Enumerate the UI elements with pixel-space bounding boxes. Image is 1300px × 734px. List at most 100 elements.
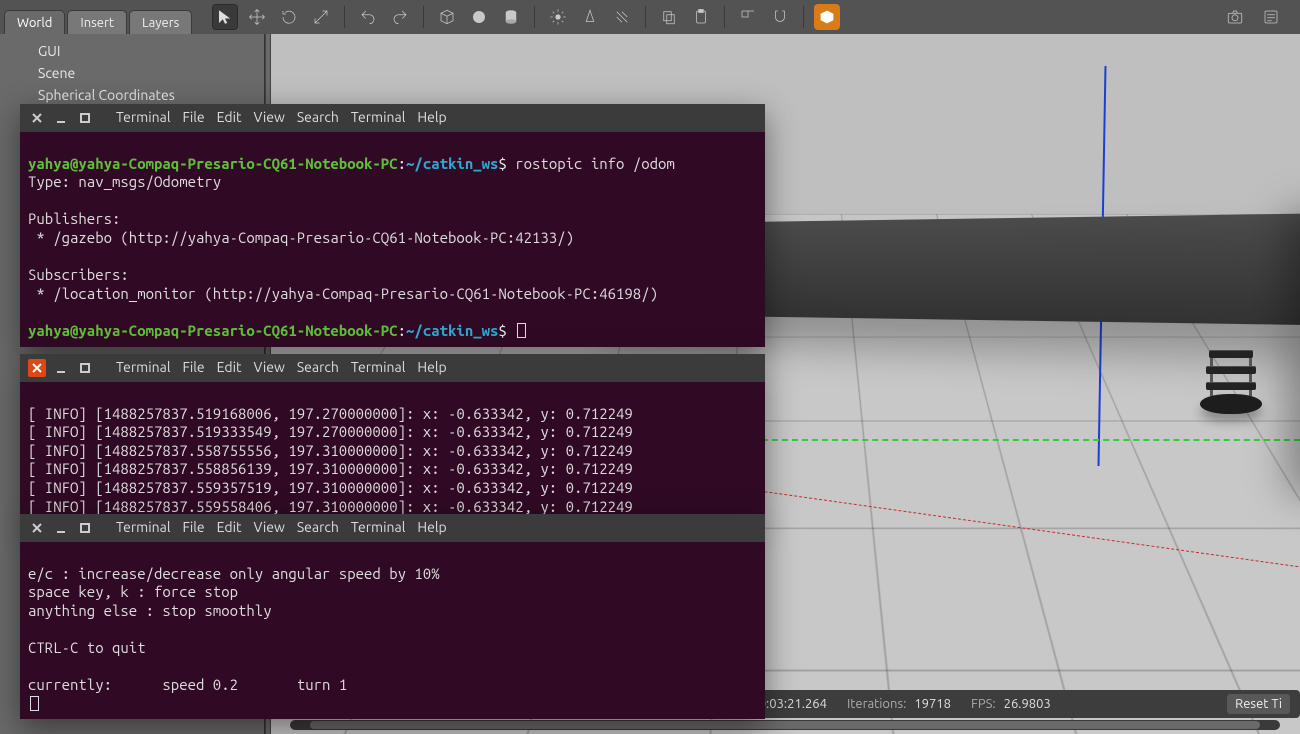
screenshot-button[interactable] — [1222, 4, 1248, 30]
output-line: currently: speed 0.2 turn 1 — [28, 676, 347, 693]
close-icon[interactable] — [28, 359, 46, 377]
gazebo-top-strip: World Insert Layers — [0, 0, 1300, 34]
prompt-path: ~/catkin_ws — [406, 322, 498, 339]
terminal-titlebar[interactable]: Terminal File Edit View Search Terminal … — [20, 104, 765, 132]
menu-search[interactable]: Search — [297, 359, 339, 376]
gazebo-toolbar — [206, 0, 1300, 34]
output-line: * /gazebo (http://yahya-Compaq-Presario-… — [28, 229, 574, 246]
insert-spot-light[interactable] — [577, 4, 603, 30]
menu-edit[interactable]: Edit — [217, 109, 242, 126]
menu-view[interactable]: View — [254, 109, 285, 126]
output-line: [ INFO] [1488257837.558755556, 197.31000… — [28, 442, 633, 459]
menu-help[interactable]: Help — [417, 359, 446, 376]
minimize-icon[interactable] — [52, 519, 70, 537]
insert-directional-light[interactable] — [609, 4, 635, 30]
terminal-titlebar[interactable]: Terminal File Edit View Search Terminal … — [20, 514, 765, 542]
menu-edit[interactable]: Edit — [217, 519, 242, 536]
output-line: [ INFO] [1488257837.519333549, 197.27000… — [28, 423, 633, 440]
menu-file[interactable]: File — [183, 519, 205, 536]
view-angle-tool[interactable] — [814, 4, 840, 30]
log-button[interactable] — [1258, 4, 1284, 30]
terminal-menu: Terminal File Edit View Search Terminal … — [116, 109, 447, 126]
minimize-icon[interactable] — [52, 109, 70, 127]
insert-cylinder[interactable] — [498, 4, 524, 30]
terminal-teleop[interactable]: Terminal File Edit View Search Terminal … — [20, 514, 765, 719]
output-line: [ INFO] [1488257837.558856139, 197.31000… — [28, 460, 633, 477]
menu-help[interactable]: Help — [417, 109, 446, 126]
menu-help[interactable]: Help — [417, 519, 446, 536]
iter-label: Iterations: — [847, 697, 906, 711]
terminal-location-monitor[interactable]: Terminal File Edit View Search Terminal … — [20, 354, 765, 522]
menu-search[interactable]: Search — [297, 519, 339, 536]
scale-tool[interactable] — [308, 4, 334, 30]
menu-view[interactable]: View — [254, 359, 285, 376]
output-line: Publishers: — [28, 210, 120, 227]
maximize-icon[interactable] — [76, 109, 94, 127]
output-line: Subscribers: — [28, 266, 129, 283]
terminal-cursor — [30, 696, 39, 711]
fps-label: FPS: — [971, 697, 996, 711]
status-scrollbar[interactable] — [290, 720, 1280, 730]
toolbar-separator — [645, 6, 646, 28]
menu-terminal[interactable]: Terminal — [116, 109, 171, 126]
side-panel-tabs: World Insert Layers — [4, 0, 192, 34]
minimize-icon[interactable] — [52, 359, 70, 377]
close-icon[interactable] — [28, 519, 46, 537]
menu-view[interactable]: View — [254, 519, 285, 536]
tree-item-gui[interactable]: GUI — [0, 40, 264, 62]
insert-box[interactable] — [434, 4, 460, 30]
insert-point-light[interactable] — [545, 4, 571, 30]
maximize-icon[interactable] — [76, 519, 94, 537]
output-line: * /location_monitor (http://yahya-Compaq… — [28, 285, 658, 302]
maximize-icon[interactable] — [76, 359, 94, 377]
tab-layers[interactable]: Layers — [129, 10, 192, 34]
toolbar-separator — [724, 6, 725, 28]
menu-edit[interactable]: Edit — [217, 359, 242, 376]
menu-terminal[interactable]: Terminal — [116, 359, 171, 376]
reset-time-button[interactable]: Reset Ti — [1227, 694, 1290, 714]
model-turtlebot[interactable] — [1196, 336, 1266, 414]
tree-item-spherical[interactable]: Spherical Coordinates — [0, 84, 264, 106]
menu-file[interactable]: File — [183, 359, 205, 376]
select-tool[interactable] — [212, 4, 238, 30]
menu-terminal2[interactable]: Terminal — [351, 359, 406, 376]
redo-button[interactable] — [387, 4, 413, 30]
tree-item-scene[interactable]: Scene — [0, 62, 264, 84]
copy-button[interactable] — [656, 4, 682, 30]
paste-button[interactable] — [688, 4, 714, 30]
undo-button[interactable] — [355, 4, 381, 30]
menu-terminal[interactable]: Terminal — [116, 519, 171, 536]
snap-tool[interactable] — [767, 4, 793, 30]
terminal-cursor — [517, 323, 526, 338]
terminal-body[interactable]: e/c : increase/decrease only angular spe… — [20, 542, 765, 719]
fps-value: 26.9803 — [1004, 697, 1051, 711]
menu-file[interactable]: File — [183, 109, 205, 126]
prompt-user-host: yahya@yahya-Compaq-Presario-CQ61-Noteboo… — [28, 155, 398, 172]
prompt-user-host: yahya@yahya-Compaq-Presario-CQ61-Noteboo… — [28, 322, 398, 339]
insert-sphere[interactable] — [466, 4, 492, 30]
rotate-tool[interactable] — [276, 4, 302, 30]
output-line: CTRL-C to quit — [28, 639, 146, 656]
output-line: e/c : increase/decrease only angular spe… — [28, 565, 440, 582]
toolbar-separator — [423, 6, 424, 28]
tab-world[interactable]: World — [4, 10, 65, 34]
terminal-titlebar[interactable]: Terminal File Edit View Search Terminal … — [20, 354, 765, 382]
close-icon[interactable] — [28, 109, 46, 127]
output-line: space key, k : force stop — [28, 583, 238, 600]
output-line: anything else : stop smoothly — [28, 602, 272, 619]
prompt-dollar: $ — [498, 322, 506, 339]
align-tool[interactable] — [735, 4, 761, 30]
menu-search[interactable]: Search — [297, 109, 339, 126]
terminal-body[interactable]: [ INFO] [1488257837.519168006, 197.27000… — [20, 382, 765, 522]
toolbar-separator — [534, 6, 535, 28]
menu-terminal2[interactable]: Terminal — [351, 109, 406, 126]
terminal-menu: Terminal File Edit View Search Terminal … — [116, 519, 447, 536]
toolbar-separator — [344, 6, 345, 28]
menu-terminal2[interactable]: Terminal — [351, 519, 406, 536]
output-line: [ INFO] [1488257837.559357519, 197.31000… — [28, 479, 633, 496]
translate-tool[interactable] — [244, 4, 270, 30]
iter-value: 19718 — [914, 697, 951, 711]
terminal-rostopic-info[interactable]: Terminal File Edit View Search Terminal … — [20, 104, 765, 347]
tab-insert[interactable]: Insert — [67, 10, 127, 34]
terminal-body[interactable]: yahya@yahya-Compaq-Presario-CQ61-Noteboo… — [20, 132, 765, 347]
